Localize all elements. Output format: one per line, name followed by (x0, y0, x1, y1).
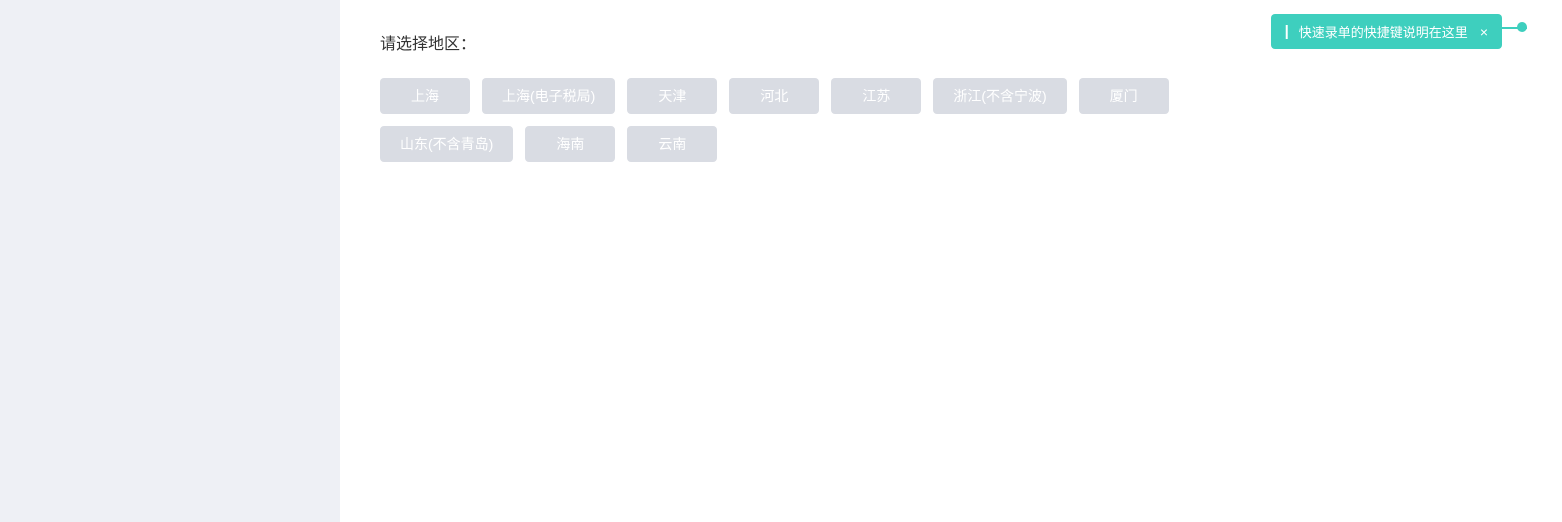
region-btn-tianjin[interactable]: 天津 (627, 78, 717, 114)
region-btn-zhejiang[interactable]: 浙江(不含宁波) (933, 78, 1066, 114)
region-btn-shanghai-etax[interactable]: 上海(电子税局) (482, 78, 615, 114)
region-btn-xiamen[interactable]: 厦门 (1079, 78, 1169, 114)
region-btn-hebei[interactable]: 河北 (729, 78, 819, 114)
region-row-2: 山东(不含青岛) 海南 云南 (380, 126, 1522, 162)
region-btn-shanghai[interactable]: 上海 (380, 78, 470, 114)
tooltip-dot (1517, 22, 1527, 32)
tooltip-banner: 快速录单的快捷键说明在这里 × (1271, 14, 1502, 49)
main-content: 请选择地区： 上海 上海(电子税局) 天津 河北 江苏 浙江(不含宁波) 厦门 … (340, 0, 1562, 522)
sidebar (0, 0, 340, 522)
tooltip-text: 快速录单的快捷键说明在这里 (1299, 22, 1468, 41)
region-row-1: 上海 上海(电子税局) 天津 河北 江苏 浙江(不含宁波) 厦门 (380, 78, 1522, 114)
region-btn-yunnan[interactable]: 云南 (627, 126, 717, 162)
region-btn-shandong[interactable]: 山东(不含青岛) (380, 126, 513, 162)
region-btn-jiangsu[interactable]: 江苏 (831, 78, 921, 114)
tooltip-close-button[interactable]: × (1480, 24, 1488, 40)
region-btn-hainan[interactable]: 海南 (525, 126, 615, 162)
